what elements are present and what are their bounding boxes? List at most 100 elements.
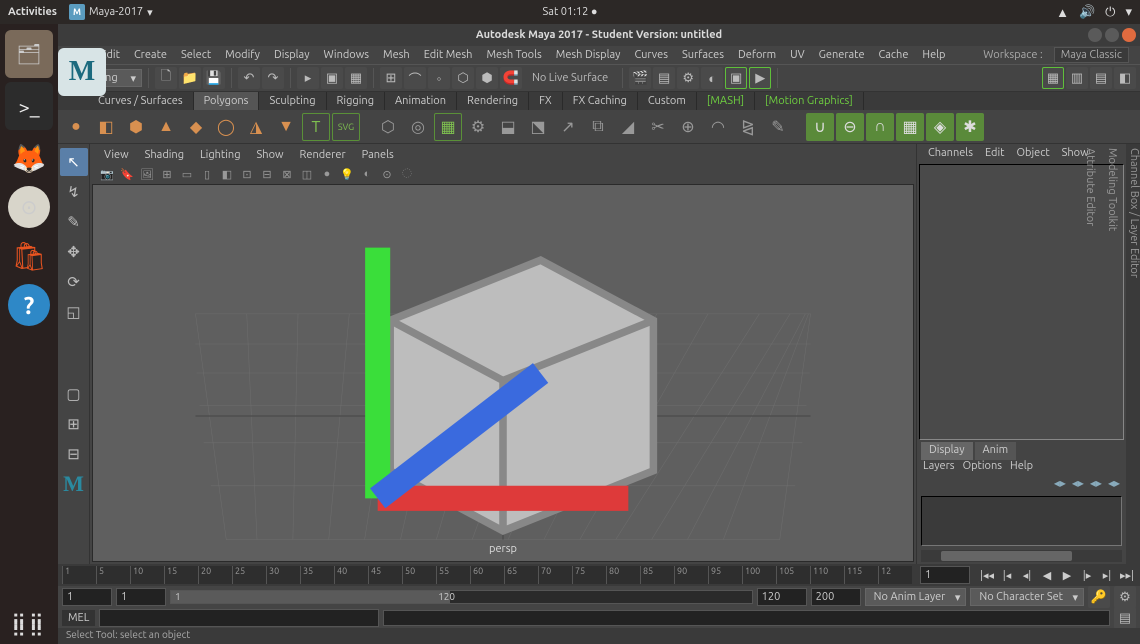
poly-plane-icon[interactable]: ◆ <box>182 113 210 141</box>
layout-four-icon[interactable]: ⊞ <box>60 410 88 438</box>
layout-two-icon[interactable]: ⊟ <box>60 440 88 468</box>
maximize-button[interactable] <box>1105 28 1119 42</box>
vp-field-chart-icon[interactable]: ⊡ <box>238 165 256 183</box>
vp-use-lights-icon[interactable]: 💡 <box>338 165 356 183</box>
move-tool[interactable]: ✥ <box>60 238 88 266</box>
mirror-icon[interactable]: ⧎ <box>734 113 762 141</box>
sculpt-icon[interactable]: ✎ <box>764 113 792 141</box>
vp-menu-view[interactable]: View <box>98 149 135 161</box>
menu-cache[interactable]: Cache <box>874 49 914 61</box>
snap-curve-icon[interactable]: ⌒ <box>404 67 426 89</box>
vp-image-plane-icon[interactable]: 🖼 <box>138 165 156 183</box>
step-back-frame-icon[interactable]: ◂| <box>1018 566 1036 584</box>
close-button[interactable] <box>1122 28 1136 42</box>
cb-menu-channels[interactable]: Channels <box>923 147 978 159</box>
toggle-modeling-toolkit-icon[interactable]: ◧ <box>1114 67 1136 89</box>
step-back-key-icon[interactable]: |◂ <box>998 566 1016 584</box>
snap-point-icon[interactable]: ◦ <box>428 67 450 89</box>
poly-prism-icon[interactable]: ◮ <box>242 113 270 141</box>
save-scene-icon[interactable]: 💾 <box>203 67 225 89</box>
volume-icon[interactable]: 🔊 <box>1079 5 1095 20</box>
vp-xray-icon[interactable]: ◌ <box>398 165 416 183</box>
shelf-tab-motion-graphics[interactable]: [ Motion Graphics ] <box>755 92 864 110</box>
poly-type-icon[interactable]: T <box>302 113 330 141</box>
cb-menu-edit[interactable]: Edit <box>980 147 1010 159</box>
vp-gate-mask-icon[interactable]: ◧ <box>218 165 236 183</box>
vp-bookmarks-icon[interactable]: 🔖 <box>118 165 136 183</box>
menu-mesh[interactable]: Mesh <box>378 49 415 61</box>
poly-sphere-icon[interactable]: ● <box>62 113 90 141</box>
lasso-tool[interactable]: ↯ <box>60 178 88 206</box>
vp-wireframe-icon[interactable]: ◫ <box>298 165 316 183</box>
render-view-icon[interactable]: ▣ <box>725 67 747 89</box>
paint-select-tool[interactable]: ✎ <box>60 208 88 236</box>
vp-menu-lighting[interactable]: Lighting <box>194 149 246 161</box>
combine-icon[interactable]: ⬓ <box>494 113 522 141</box>
shelf-tab-curves-surfaces[interactable]: Curves / Surfaces <box>88 92 194 110</box>
undo-icon[interactable]: ↶ <box>238 67 260 89</box>
cb-menu-object[interactable]: Object <box>1011 147 1054 159</box>
make-live-icon[interactable]: 🧲 <box>500 67 522 89</box>
vp-resolution-gate-icon[interactable]: ▯ <box>198 165 216 183</box>
open-scene-icon[interactable]: 📁 <box>179 67 201 89</box>
poly-svg-icon[interactable]: SVG <box>332 113 360 141</box>
vp-select-camera-icon[interactable]: 📷 <box>98 165 116 183</box>
layer-tab-anim[interactable]: Anim <box>975 442 1017 460</box>
activities-button[interactable]: Activities <box>8 6 57 18</box>
poly-disc-icon[interactable]: ◎ <box>404 113 432 141</box>
shelf-tab-rigging[interactable]: Rigging <box>327 92 385 110</box>
play-backwards-icon[interactable]: ◀ <box>1038 566 1056 584</box>
step-forward-key-icon[interactable]: ▸| <box>1098 566 1116 584</box>
vp-safe-title-icon[interactable]: ⊠ <box>278 165 296 183</box>
menu-generate[interactable]: Generate <box>814 49 870 61</box>
layer-menu-options[interactable]: Options <box>963 460 1002 476</box>
dock-show-apps[interactable]: ⠿⠿⠿⠿ <box>11 618 46 634</box>
dock-help[interactable]: ? <box>8 284 50 326</box>
bridge-icon[interactable]: ⧉ <box>584 113 612 141</box>
ipr-render-icon[interactable]: ▤ <box>653 67 675 89</box>
shelf-tab-custom[interactable]: Custom <box>638 92 697 110</box>
poly-pyramid-icon[interactable]: ▼ <box>272 113 300 141</box>
menu-surfaces[interactable]: Surfaces <box>677 49 729 61</box>
vtab-modeling-toolkit[interactable]: Modeling Toolkit <box>1106 148 1118 560</box>
minimize-button[interactable] <box>1088 28 1102 42</box>
power-icon[interactable]: ⏻ <box>1105 5 1115 20</box>
redo-icon[interactable]: ↷ <box>262 67 284 89</box>
poly-platonic-icon[interactable]: ⬡ <box>374 113 402 141</box>
playblast-icon[interactable]: ▶ <box>749 67 771 89</box>
extrude-icon[interactable]: ↗ <box>554 113 582 141</box>
dock-software[interactable]: 🛍 <box>5 232 53 280</box>
multi-cut-icon[interactable]: ✂ <box>644 113 672 141</box>
vtab-channel-box[interactable]: Channel Box / Layer Editor <box>1128 148 1140 560</box>
play-forwards-icon[interactable]: ▶ <box>1058 566 1076 584</box>
create-poly-icon[interactable]: ◈ <box>926 113 954 141</box>
select-object-icon[interactable]: ▣ <box>321 67 343 89</box>
select-tool[interactable]: ↖ <box>60 148 88 176</box>
boolean-union-icon[interactable]: ∪ <box>806 113 834 141</box>
snap-surface-icon[interactable]: ⬢ <box>476 67 498 89</box>
select-component-icon[interactable]: ▦ <box>345 67 367 89</box>
range-slider[interactable]: 1 120 <box>170 590 753 604</box>
shelf-tab-polygons[interactable]: Polygons <box>194 92 260 110</box>
layer-menu-layers[interactable]: Layers <box>923 460 955 476</box>
poly-gear-icon[interactable]: ⚙ <box>464 113 492 141</box>
go-to-start-icon[interactable]: |◂◂ <box>978 566 996 584</box>
poly-cylinder-icon[interactable]: ⬢ <box>122 113 150 141</box>
anim-start-field[interactable] <box>62 588 112 606</box>
vp-menu-renderer[interactable]: Renderer <box>294 149 352 161</box>
anim-prefs-icon[interactable]: ⚙ <box>1114 586 1136 608</box>
rotate-tool[interactable]: ⟳ <box>60 268 88 296</box>
target-weld-icon[interactable]: ⊕ <box>674 113 702 141</box>
go-to-end-icon[interactable]: ▸▸| <box>1118 566 1136 584</box>
menu-mesh-display[interactable]: Mesh Display <box>551 49 626 61</box>
vp-isolate-icon[interactable]: ⊙ <box>378 165 396 183</box>
move-layer-up-icon[interactable]: ◂▸ <box>1054 476 1066 494</box>
app-menu[interactable]: M Maya-2017 ▾ <box>69 4 153 20</box>
poly-cube-icon[interactable]: ◧ <box>92 113 120 141</box>
poly-superellipse-icon[interactable]: ▦ <box>434 113 462 141</box>
system-tray[interactable]: ▲ 🔊 ⏻ ▾ <box>1056 5 1132 20</box>
script-language-label[interactable]: MEL <box>62 610 95 626</box>
vp-grid-icon[interactable]: ⊞ <box>158 165 176 183</box>
quad-draw-icon[interactable]: ▦ <box>896 113 924 141</box>
vp-film-gate-icon[interactable]: ▭ <box>178 165 196 183</box>
